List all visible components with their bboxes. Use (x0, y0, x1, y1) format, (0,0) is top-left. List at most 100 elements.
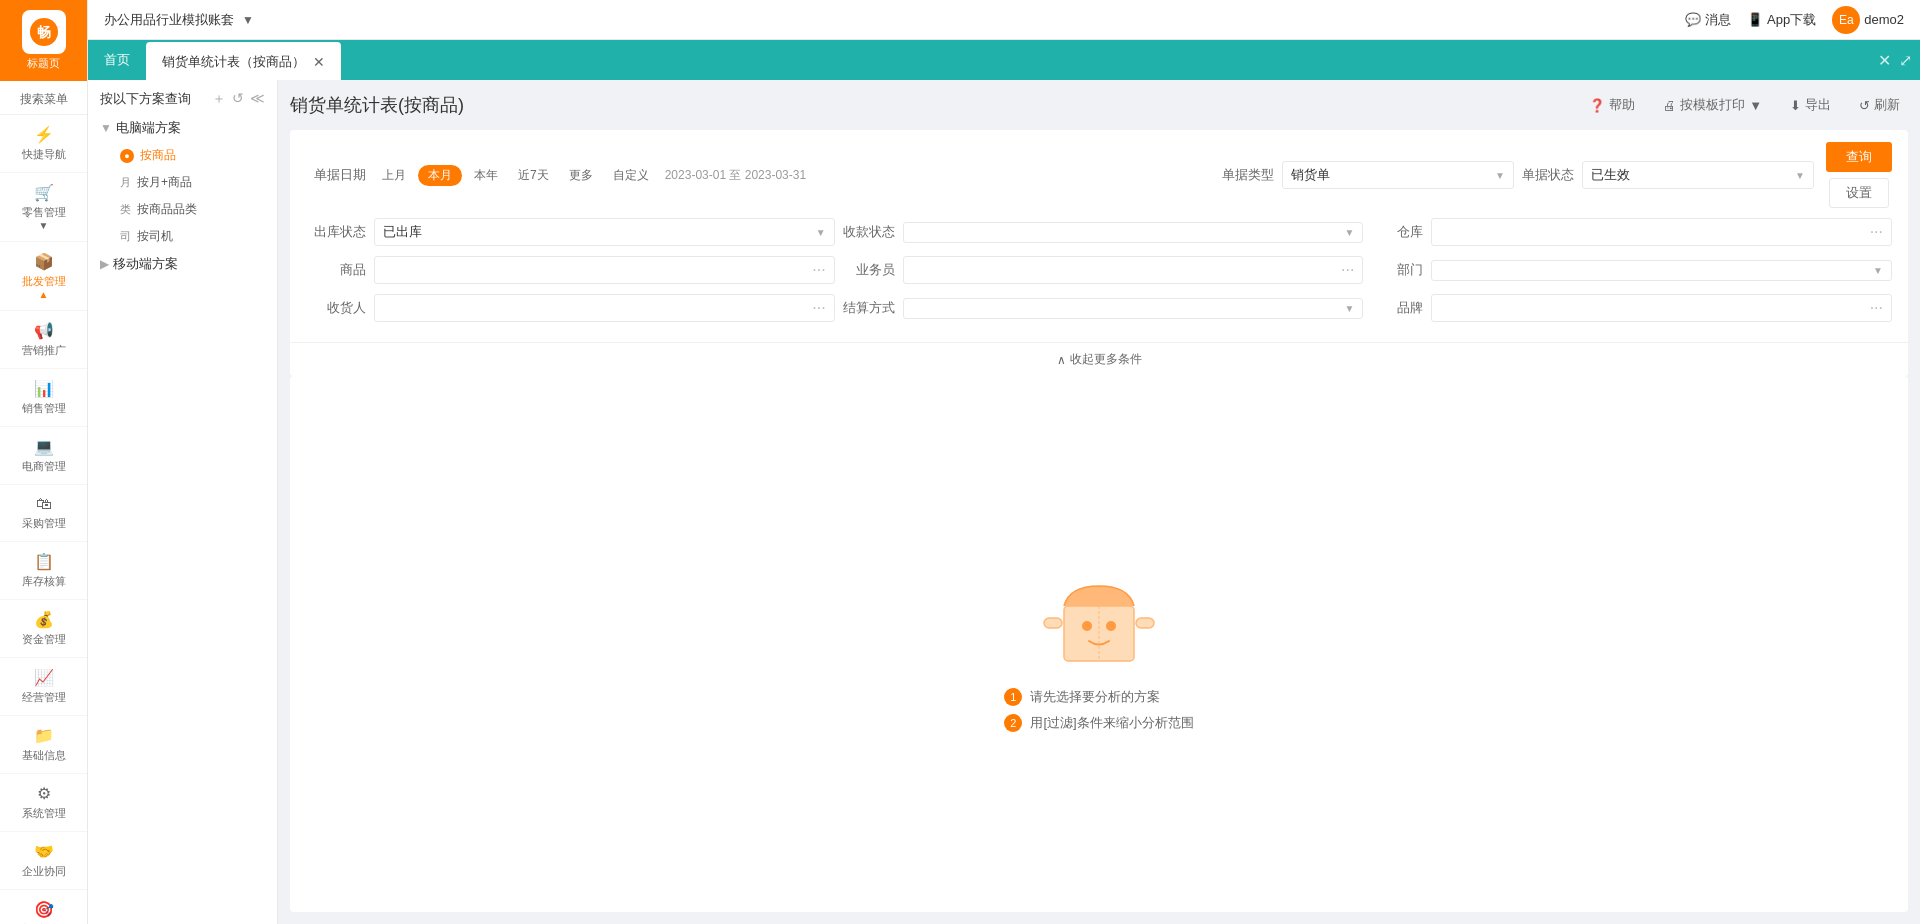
sidebar-item-shortcut[interactable]: ⚡ 快捷导航 (0, 115, 87, 173)
system-icon: ⚙ (37, 784, 51, 803)
app-download-button[interactable]: 📱 App下载 (1747, 11, 1816, 29)
refresh-button[interactable]: ↺ 刷新 (1851, 92, 1908, 118)
sidebar-item-wholesale[interactable]: 📦 批发管理 ▲ (0, 242, 87, 311)
marketing-icon: 📢 (34, 321, 54, 340)
tab-sales-stat[interactable]: 销货单统计表（按商品） ✕ (146, 42, 341, 82)
product-dots[interactable]: ··· (812, 261, 825, 279)
tab-close-icon[interactable]: ✕ (313, 54, 325, 70)
filter-doc-type: 单据类型 销货单 ▼ (1214, 161, 1514, 189)
product-label: 商品 (306, 261, 366, 279)
sidebar-item-newbie[interactable]: 🎯 新手引导 (0, 890, 87, 924)
tip-num-2: 2 (1004, 714, 1022, 732)
refresh-scheme-button[interactable]: ↺ (232, 90, 244, 108)
action-buttons: 查询 设置 (1826, 142, 1892, 208)
sidebar-item-basic[interactable]: 📁 基础信息 (0, 716, 87, 774)
empty-content: 1 请先选择要分析的方案 2 用[过滤]条件来缩小分析范围 (1004, 556, 1193, 732)
brand-dots[interactable]: ··· (1870, 299, 1883, 317)
query-button[interactable]: 查询 (1826, 142, 1892, 172)
doc-type-label: 单据类型 (1214, 166, 1274, 184)
salesperson-input[interactable]: ··· (903, 256, 1364, 284)
tree-pc-header[interactable]: ▼ 电脑端方案 (88, 114, 277, 142)
tab-home[interactable]: 首页 (88, 40, 146, 80)
date-btn-prev-month[interactable]: 上月 (374, 165, 414, 186)
close-window-icon[interactable]: ✕ (1878, 51, 1891, 70)
tree-mobile-header[interactable]: ▶ 移动端方案 (88, 250, 277, 278)
purchase-icon: 🛍 (36, 495, 52, 513)
tab-sales-stat-label: 销货单统计表（按商品） (162, 53, 305, 71)
warehouse-status-arrow: ▼ (816, 227, 826, 238)
brand-input[interactable]: ··· (1431, 294, 1892, 322)
app-download-label: App下载 (1767, 11, 1816, 29)
message-button[interactable]: 💬 消息 (1685, 11, 1731, 29)
user-profile[interactable]: Ea demo2 (1832, 6, 1904, 34)
tree-item-by-supplier[interactable]: 司 按司机 (88, 223, 277, 250)
sidebar-item-enterprise[interactable]: 🤝 企业协同 (0, 832, 87, 890)
left-panel-header: 按以下方案查询 ＋ ↺ ≪ (88, 80, 277, 114)
topbar-dropdown[interactable]: ▼ (242, 13, 254, 27)
empty-tips: 1 请先选择要分析的方案 2 用[过滤]条件来缩小分析范围 (1004, 688, 1193, 732)
tree-item-by-month-product[interactable]: 月 按月+商品 (88, 169, 277, 196)
date-btn-custom[interactable]: 自定义 (605, 165, 657, 186)
page-header: 销货单统计表(按商品) ❓ 帮助 🖨 按模板打印 ▼ ⬇ 导出 (290, 92, 1908, 118)
settlement-label: 结算方式 (835, 299, 895, 317)
salesperson-dots[interactable]: ··· (1341, 261, 1354, 279)
date-btn-current-year[interactable]: 本年 (466, 165, 506, 186)
date-btn-7days[interactable]: 近7天 (510, 165, 557, 186)
add-scheme-button[interactable]: ＋ (212, 90, 226, 108)
tab-home-label: 首页 (104, 51, 130, 69)
warehouse-dots[interactable]: ··· (1870, 223, 1883, 241)
basic-icon: 📁 (34, 726, 54, 745)
sidebar-item-purchase[interactable]: 🛍 采购管理 (0, 485, 87, 542)
recipient-dots[interactable]: ··· (812, 299, 825, 317)
wholesale-label: 批发管理 (22, 274, 66, 289)
date-control: 上月 本月 本年 近7天 更多 自定义 2023-03-01 至 2023-03… (374, 165, 1214, 186)
by-category-label: 按商品品类 (137, 201, 197, 218)
sidebar-item-ecommerce[interactable]: 💻 电商管理 (0, 427, 87, 485)
department-select[interactable]: ▼ (1431, 260, 1892, 281)
collapse-panel-button[interactable]: ≪ (250, 90, 265, 108)
sidebar-item-system[interactable]: ⚙ 系统管理 (0, 774, 87, 832)
settings-button[interactable]: 设置 (1829, 178, 1889, 208)
date-group: 上月 本月 本年 近7天 更多 自定义 2023-03-01 至 2023-03… (374, 165, 806, 186)
warehouse-label: 仓库 (1363, 223, 1423, 241)
collapse-button[interactable]: ∧ 收起更多条件 (290, 342, 1908, 376)
svg-point-3 (1082, 621, 1092, 631)
tree-item-by-product[interactable]: ● 按商品 (88, 142, 277, 169)
filter-row-2: 出库状态 已出库 ▼ 收款状态 ▼ (306, 218, 1892, 246)
sidebar-item-retail[interactable]: 🛒 零售管理 ▼ (0, 173, 87, 242)
product-input[interactable]: ··· (374, 256, 835, 284)
by-supplier-label: 按司机 (137, 228, 173, 245)
sidebar-item-finance[interactable]: 💰 资金管理 (0, 600, 87, 658)
help-button[interactable]: ❓ 帮助 (1581, 92, 1643, 118)
recipient-input[interactable]: ··· (374, 294, 835, 322)
by-category-icon: 类 (120, 202, 131, 217)
retail-label: 零售管理 (22, 205, 66, 220)
filter-payment-status: 收款状态 ▼ (835, 222, 1364, 243)
sidebar-search[interactable]: 搜索菜单 (0, 81, 87, 115)
doc-type-select[interactable]: 销货单 ▼ (1282, 161, 1514, 189)
payment-status-select[interactable]: ▼ (903, 222, 1364, 243)
sales-icon: 📊 (34, 379, 54, 398)
warehouse-input[interactable]: ··· (1431, 218, 1892, 246)
sidebar-item-operations[interactable]: 📈 经营管理 (0, 658, 87, 716)
date-btn-current-month[interactable]: 本月 (418, 165, 462, 186)
sidebar-item-sales[interactable]: 📊 销售管理 (0, 369, 87, 427)
sidebar-item-inventory[interactable]: 📋 库存核算 (0, 542, 87, 600)
warehouse-status-select[interactable]: 已出库 ▼ (374, 218, 835, 246)
filter-row-1: 单据日期 上月 本月 本年 近7天 更多 自定义 2023-03-01 至 20… (306, 142, 1892, 208)
svg-point-4 (1106, 621, 1116, 631)
maximize-window-icon[interactable]: ⤢ (1899, 51, 1912, 70)
date-btn-more[interactable]: 更多 (561, 165, 601, 186)
export-button[interactable]: ⬇ 导出 (1782, 92, 1839, 118)
settlement-select[interactable]: ▼ (903, 298, 1364, 319)
sidebar-item-marketing[interactable]: 📢 营销推广 (0, 311, 87, 369)
doc-status-select[interactable]: 已生效 ▼ (1582, 161, 1814, 189)
basic-label: 基础信息 (22, 748, 66, 763)
print-button[interactable]: 🖨 按模板打印 ▼ (1655, 92, 1770, 118)
doc-type-arrow: ▼ (1495, 170, 1505, 181)
help-label: 帮助 (1609, 96, 1635, 114)
filter-product: 商品 ··· (306, 256, 835, 284)
system-label: 系统管理 (22, 806, 66, 821)
tree-item-by-category[interactable]: 类 按商品品类 (88, 196, 277, 223)
operations-icon: 📈 (34, 668, 54, 687)
